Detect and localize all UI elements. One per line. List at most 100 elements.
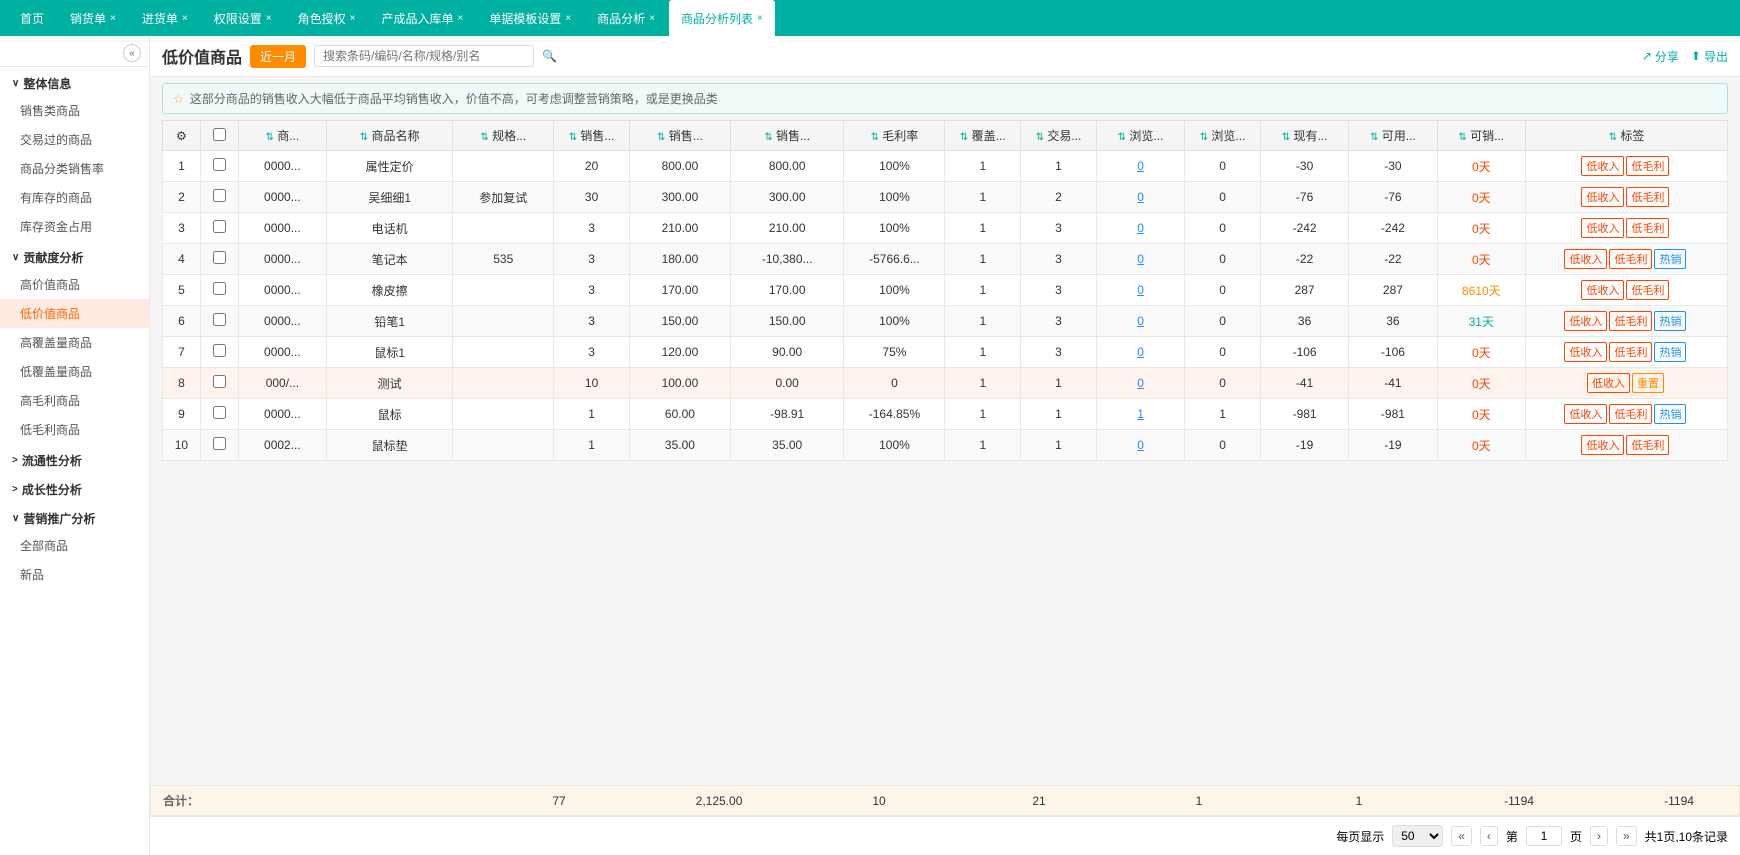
row-browse1[interactable]: 0 xyxy=(1096,275,1184,306)
col-browse2[interactable]: ⇅ 浏览... xyxy=(1185,121,1261,151)
row-checkbox-cell[interactable] xyxy=(200,275,238,306)
col-sales-amount[interactable]: ⇅ 销售... xyxy=(730,121,844,151)
close-icon[interactable]: × xyxy=(457,13,463,24)
sidebar-item-sales-goods[interactable]: 销售类商品 xyxy=(0,96,149,125)
col-available[interactable]: ⇅ 可用... xyxy=(1349,121,1437,151)
filter-recent-month-button[interactable]: 近一月 xyxy=(250,45,306,68)
col-browse1[interactable]: ⇅ 浏览... xyxy=(1096,121,1184,151)
row-checkbox[interactable] xyxy=(213,313,226,326)
col-code[interactable]: ⇅ 商... xyxy=(238,121,326,151)
row-browse1[interactable]: 0 xyxy=(1096,337,1184,368)
col-checkbox[interactable] xyxy=(200,121,238,151)
nav-permission[interactable]: 权限设置 × xyxy=(202,0,284,36)
row-checkbox-cell[interactable] xyxy=(200,399,238,430)
browse-link[interactable]: 0 xyxy=(1137,190,1144,204)
browse-link[interactable]: 0 xyxy=(1137,252,1144,266)
nav-purchase-order[interactable]: 进货单 × xyxy=(130,0,200,36)
row-browse1[interactable]: 0 xyxy=(1096,306,1184,337)
page-number-input[interactable] xyxy=(1526,826,1562,846)
browse-link[interactable]: 0 xyxy=(1137,345,1144,359)
close-icon[interactable]: × xyxy=(182,13,188,24)
row-checkbox[interactable] xyxy=(213,344,226,357)
sidebar-item-high-margin[interactable]: 高毛利商品 xyxy=(0,386,149,415)
row-browse1[interactable]: 0 xyxy=(1096,213,1184,244)
row-checkbox[interactable] xyxy=(213,251,226,264)
share-button[interactable]: ↗ 分享 xyxy=(1642,48,1679,65)
row-checkbox[interactable] xyxy=(213,282,226,295)
row-checkbox-cell[interactable] xyxy=(200,182,238,213)
sidebar-item-high-coverage[interactable]: 高覆盖量商品 xyxy=(0,328,149,357)
browse-link[interactable]: 0 xyxy=(1137,376,1144,390)
nav-product-stock[interactable]: 产成品入库单 × xyxy=(369,0,475,36)
col-tags[interactable]: ⇅ 标签 xyxy=(1525,121,1727,151)
close-icon[interactable]: × xyxy=(350,13,356,24)
row-checkbox-cell[interactable] xyxy=(200,430,238,461)
browse-link[interactable]: 0 xyxy=(1137,221,1144,235)
row-checkbox-cell[interactable] xyxy=(200,213,238,244)
col-sales-price[interactable]: ⇅ 销售... xyxy=(629,121,730,151)
last-page-button[interactable]: » xyxy=(1616,826,1637,846)
sidebar-item-capital[interactable]: 库存资金占用 xyxy=(0,212,149,241)
browse-link[interactable]: 0 xyxy=(1137,283,1144,297)
browse-link[interactable]: 0 xyxy=(1137,159,1144,173)
row-browse1[interactable]: 1 xyxy=(1096,399,1184,430)
row-checkbox-cell[interactable] xyxy=(200,244,238,275)
prev-page-button[interactable]: ‹ xyxy=(1480,826,1498,846)
export-button[interactable]: ⬆ 导出 xyxy=(1691,48,1728,65)
col-saleable[interactable]: ⇅ 可销... xyxy=(1437,121,1525,151)
close-icon[interactable]: × xyxy=(757,13,763,24)
nav-home[interactable]: 首页 xyxy=(8,0,56,36)
row-browse1[interactable]: 0 xyxy=(1096,430,1184,461)
row-checkbox-cell[interactable] xyxy=(200,306,238,337)
col-name[interactable]: ⇅ 商品名称 xyxy=(327,121,453,151)
browse-link[interactable]: 0 xyxy=(1137,438,1144,452)
next-page-button[interactable]: › xyxy=(1590,826,1608,846)
sidebar-item-new-goods[interactable]: 新品 xyxy=(0,560,149,589)
sidebar-item-stocked-goods[interactable]: 有库存的商品 xyxy=(0,183,149,212)
row-browse1[interactable]: 0 xyxy=(1096,368,1184,399)
close-icon[interactable]: × xyxy=(649,13,655,24)
nav-role-auth[interactable]: 角色授权 × xyxy=(286,0,368,36)
nav-sales-order[interactable]: 销货单 × xyxy=(58,0,128,36)
col-current[interactable]: ⇅ 现有... xyxy=(1260,121,1348,151)
row-checkbox-cell[interactable] xyxy=(200,151,238,182)
sidebar-section-marketing[interactable]: ∨ 营销推广分析 xyxy=(0,502,149,531)
nav-product-analysis-list[interactable]: 商品分析列表 × xyxy=(669,0,775,36)
nav-template[interactable]: 单据模板设置 × xyxy=(477,0,583,36)
sidebar-item-category-rate[interactable]: 商品分类销售率 xyxy=(0,154,149,183)
col-coverage[interactable]: ⇅ 覆盖... xyxy=(945,121,1021,151)
row-checkbox[interactable] xyxy=(213,437,226,450)
sidebar-item-traded-goods[interactable]: 交易过的商品 xyxy=(0,125,149,154)
row-browse1[interactable]: 0 xyxy=(1096,182,1184,213)
sidebar-item-all-goods[interactable]: 全部商品 xyxy=(0,531,149,560)
sidebar-section-overall[interactable]: ∨ 整体信息 xyxy=(0,67,149,96)
col-setting[interactable]: ⚙ xyxy=(163,121,201,151)
sidebar-section-growth[interactable]: > 成长性分析 xyxy=(0,473,149,502)
search-icon[interactable]: 🔍 xyxy=(542,49,557,63)
data-table-container[interactable]: ⚙ ⇅ 商... ⇅ 商品名称 ⇅ 规格... ⇅ 销售... ⇅ 销售... … xyxy=(162,120,1728,785)
search-input[interactable] xyxy=(314,45,534,67)
close-icon[interactable]: × xyxy=(266,13,272,24)
row-checkbox-cell[interactable] xyxy=(200,337,238,368)
sidebar-item-low-coverage[interactable]: 低覆盖量商品 xyxy=(0,357,149,386)
col-spec[interactable]: ⇅ 规格... xyxy=(453,121,554,151)
sidebar-item-low-value[interactable]: 低价值商品 xyxy=(0,299,149,328)
select-all-checkbox[interactable] xyxy=(213,128,226,141)
row-browse1[interactable]: 0 xyxy=(1096,151,1184,182)
nav-product-analysis[interactable]: 商品分析 × xyxy=(585,0,667,36)
row-browse1[interactable]: 0 xyxy=(1096,244,1184,275)
row-checkbox[interactable] xyxy=(213,406,226,419)
sidebar-item-high-value[interactable]: 高价值商品 xyxy=(0,270,149,299)
page-size-select[interactable]: 50 100 200 xyxy=(1392,825,1443,847)
col-sales-qty[interactable]: ⇅ 销售... xyxy=(554,121,630,151)
sidebar-item-low-margin[interactable]: 低毛利商品 xyxy=(0,415,149,444)
sidebar-section-contribution[interactable]: ∨ 贡献度分析 xyxy=(0,241,149,270)
row-checkbox[interactable] xyxy=(213,220,226,233)
first-page-button[interactable]: « xyxy=(1451,826,1472,846)
browse-link[interactable]: 1 xyxy=(1137,407,1144,421)
col-transaction[interactable]: ⇅ 交易... xyxy=(1021,121,1097,151)
row-checkbox[interactable] xyxy=(213,189,226,202)
sidebar-section-liquidity[interactable]: > 流通性分析 xyxy=(0,444,149,473)
sidebar-collapse-button[interactable]: « xyxy=(123,44,141,62)
row-checkbox[interactable] xyxy=(213,375,226,388)
